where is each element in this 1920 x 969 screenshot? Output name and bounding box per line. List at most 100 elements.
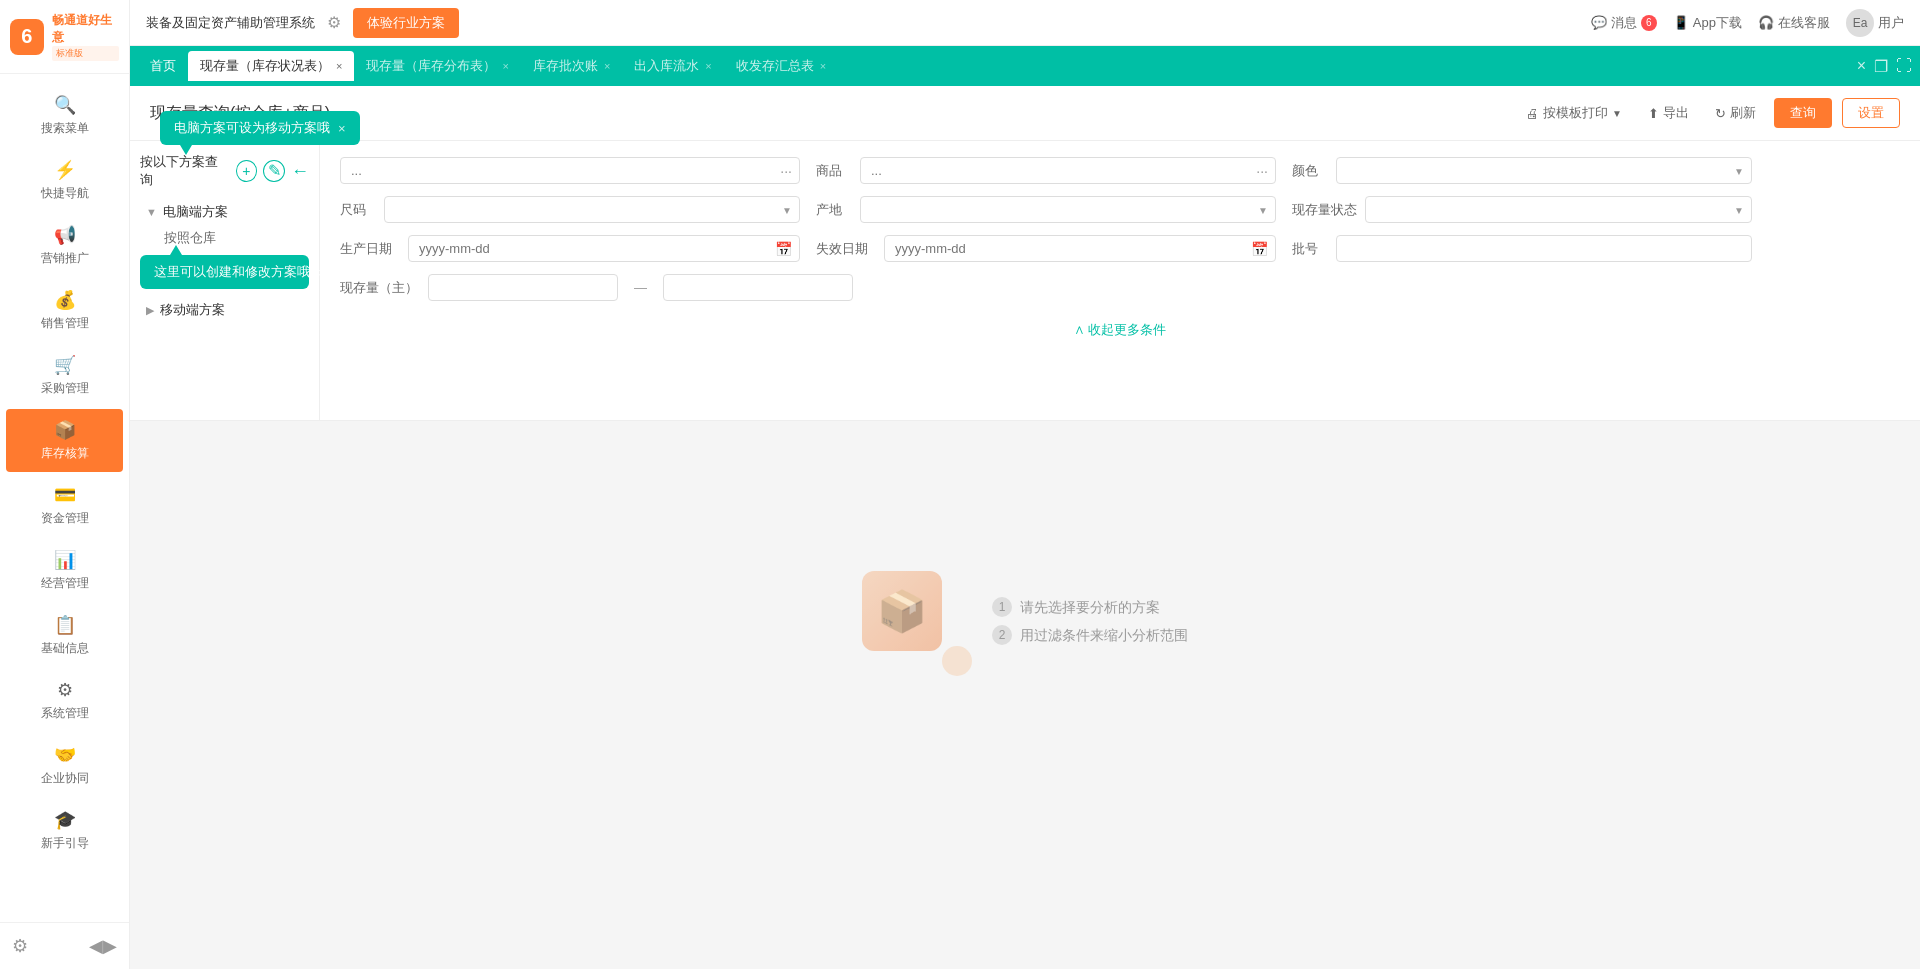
tab-home[interactable]: 首页 (138, 51, 188, 81)
add-scheme-btn[interactable]: + (236, 160, 258, 182)
sidebar-item-quick-nav[interactable]: ⚡ 快捷导航 (6, 149, 123, 212)
print-icon: 🖨 (1526, 106, 1539, 121)
tab-close-all-icon[interactable]: × (1857, 57, 1866, 75)
tabs-end: × ❐ ⛶ (1857, 57, 1912, 76)
system-name: 装备及固定资产辅助管理系统 (146, 14, 315, 32)
mobile-scheme-group: ▶ 移动端方案 (140, 297, 309, 323)
sidebar-item-inventory[interactable]: 📦 库存核算 (6, 409, 123, 472)
print-dropdown-icon: ▼ (1612, 108, 1622, 119)
settings-gear-icon[interactable]: ⚙ (12, 935, 28, 957)
edit-scheme-tooltip: 这里可以创建和修改方案哦 × (140, 255, 309, 289)
tab-close-receive-send[interactable]: × (820, 60, 826, 72)
sidebar-item-system[interactable]: ⚙ 系统管理 (6, 669, 123, 732)
warehouse-input[interactable] (340, 157, 800, 184)
print-btn[interactable]: 🖨 按模板打印 ▼ (1518, 100, 1630, 126)
logo-icon: 6 (10, 19, 44, 55)
tab-receive-send[interactable]: 收发存汇总表 × (724, 51, 838, 81)
stock-main-input-max[interactable] (663, 274, 853, 301)
origin-select[interactable] (860, 196, 1276, 223)
sidebar-item-base-info[interactable]: 📋 基础信息 (6, 604, 123, 667)
sidebar-item-sales[interactable]: 💰 销售管理 (6, 279, 123, 342)
desktop-scheme-header[interactable]: ▼ 电脑端方案 (140, 199, 309, 225)
mobile-scheme-label: 移动端方案 (160, 301, 225, 319)
stock-status-select[interactable] (1365, 196, 1752, 223)
empty-state-area: 📦 1 请先选择要分析的方案 2 用过滤条件来缩小分析范围 (130, 421, 1920, 821)
tree-collapse-icon: ▶ (146, 304, 154, 317)
batch-input[interactable] (1336, 235, 1752, 262)
sidebar-bottom: ⚙ ◀▶ (0, 922, 129, 969)
operations-icon: 📊 (54, 549, 76, 571)
collapse-icon: ∧ (1074, 322, 1085, 337)
desktop-scheme-group: ▼ 电脑端方案 按照仓库 (140, 199, 309, 251)
app-download-btn[interactable]: 📱 App下载 (1673, 14, 1742, 32)
trial-button[interactable]: 体验行业方案 (353, 8, 459, 38)
tab-in-out-flow[interactable]: 出入库流水 × (622, 51, 723, 81)
filter-origin: 产地 (816, 196, 1276, 223)
online-support-btn[interactable]: 🎧 在线客服 (1758, 14, 1830, 32)
sidebar-item-purchase[interactable]: 🛒 采购管理 (6, 344, 123, 407)
sidebar-item-guide[interactable]: 🎓 新手引导 (6, 799, 123, 862)
refresh-btn[interactable]: ↻ 刷新 (1707, 100, 1764, 126)
search-icon: 🔍 (54, 94, 76, 116)
message-btn[interactable]: 💬 消息 6 (1591, 14, 1657, 32)
sidebar-item-finance[interactable]: 💳 资金管理 (6, 474, 123, 537)
sidebar-item-enterprise[interactable]: 🤝 企业协同 (6, 734, 123, 797)
sidebar-item-marketing[interactable]: 📢 营销推广 (6, 214, 123, 277)
tab-batch-ledger[interactable]: 库存批次账 × (521, 51, 622, 81)
refresh-icon: ↻ (1715, 106, 1726, 121)
back-arrow-btn[interactable]: ← (291, 161, 309, 182)
filter-row-1: ··· 商品 ··· 颜色 (340, 157, 1900, 184)
collapse-more-btn[interactable]: ∧ 收起更多条件 (340, 313, 1900, 347)
edit-scheme-btn[interactable]: ✎ (263, 160, 285, 182)
expire-date-input[interactable] (884, 235, 1276, 262)
filter-expire-date: 失效日期 📅 (816, 235, 1276, 262)
tab-fullscreen-icon[interactable]: ⛶ (1896, 57, 1912, 75)
page-actions: 🖨 按模板打印 ▼ ⬆ 导出 ↻ 刷新 查询 设置 (1518, 98, 1900, 128)
export-btn[interactable]: ⬆ 导出 (1640, 100, 1697, 126)
set-button[interactable]: 设置 (1842, 98, 1900, 128)
empty-step-2: 2 用过滤条件来缩小分析范围 (992, 621, 1188, 649)
filter-stock-status: 现存量状态 (1292, 196, 1752, 223)
goods-input[interactable] (860, 157, 1276, 184)
tree-expand-icon: ▼ (146, 206, 157, 218)
scheme-tooltip-close[interactable]: × (338, 121, 346, 136)
filter-color: 颜色 (1292, 157, 1752, 184)
size-label: 尺码 (340, 201, 376, 219)
stock-main-input-min[interactable] (428, 274, 618, 301)
filter-batch: 批号 (1292, 235, 1752, 262)
edit-tooltip-close[interactable]: × (318, 265, 326, 280)
tab-close-in-out-flow[interactable]: × (705, 60, 711, 72)
expire-date-label: 失效日期 (816, 240, 876, 258)
header-settings-icon[interactable]: ⚙ (327, 13, 341, 32)
tab-window-icon[interactable]: ❐ (1874, 57, 1888, 76)
produce-date-label: 生产日期 (340, 240, 400, 258)
desktop-scheme-label: 电脑端方案 (163, 203, 228, 221)
user-avatar: Ea (1846, 9, 1874, 37)
filter-header: 按以下方案查询 + ✎ ← 电脑方案可设为移动方案哦 × (140, 153, 309, 189)
logo-area: 6 畅通道好生意 标准版 (0, 0, 129, 74)
color-select[interactable] (1336, 157, 1752, 184)
user-area[interactable]: Ea 用户 (1846, 9, 1904, 37)
filter-warehouse: ··· (340, 157, 800, 184)
headset-icon: 🎧 (1758, 15, 1774, 30)
sales-icon: 💰 (54, 289, 76, 311)
tab-close-inventory-dist[interactable]: × (502, 60, 508, 72)
tab-close-batch-ledger[interactable]: × (604, 60, 610, 72)
sidebar-item-search[interactable]: 🔍 搜索菜单 (6, 84, 123, 147)
purchase-icon: 🛒 (54, 354, 76, 376)
tab-close-inventory-status[interactable]: × (336, 60, 342, 72)
filter-goods: 商品 ··· (816, 157, 1276, 184)
tab-inventory-dist[interactable]: 现存量（库存分布表） × (354, 51, 520, 81)
finance-icon: 💳 (54, 484, 76, 506)
mobile-scheme-header[interactable]: ▶ 移动端方案 (140, 297, 309, 323)
sidebar-item-operations[interactable]: 📊 经营管理 (6, 539, 123, 602)
scheme-tooltip: 电脑方案可设为移动方案哦 × (160, 111, 360, 145)
sidebar-collapse-icon[interactable]: ◀▶ (89, 935, 117, 957)
filter-row-2: 尺码 产地 现存量状态 (340, 196, 1900, 223)
marketing-icon: 📢 (54, 224, 76, 246)
produce-date-input[interactable] (408, 235, 800, 262)
query-button[interactable]: 查询 (1774, 98, 1832, 128)
tab-inventory-status[interactable]: 现存量（库存状况表） × (188, 51, 354, 81)
size-select[interactable] (384, 196, 800, 223)
color-label: 颜色 (1292, 162, 1328, 180)
